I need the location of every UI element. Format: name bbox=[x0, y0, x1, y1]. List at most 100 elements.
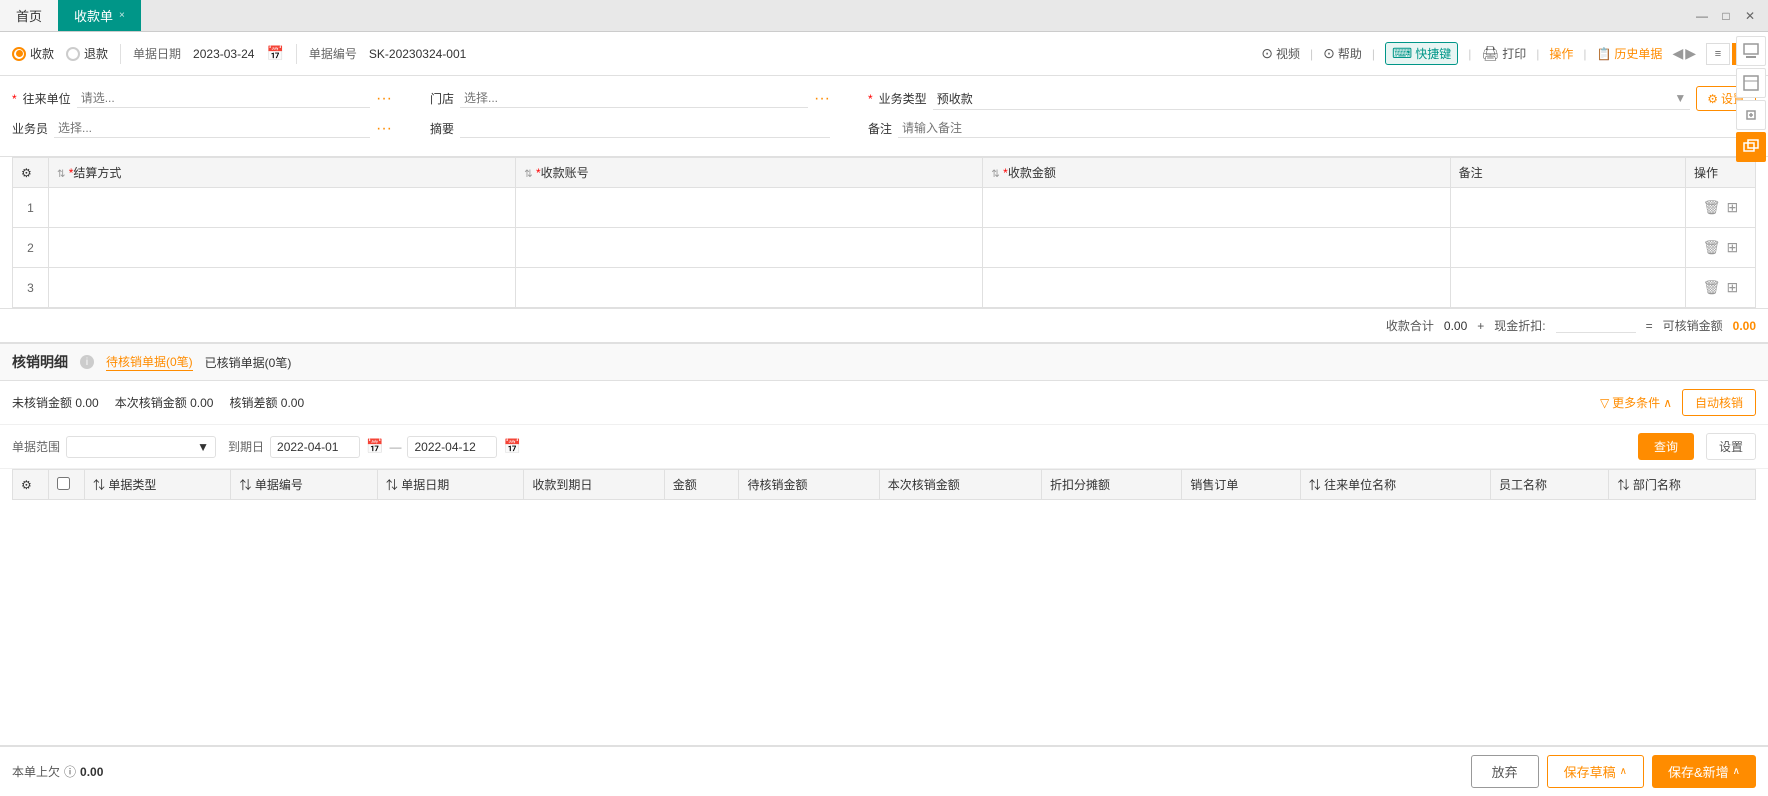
action-history[interactable]: 📋 历史单据 bbox=[1596, 45, 1662, 62]
tab-receipt-close[interactable]: × bbox=[119, 10, 125, 21]
row1-settlement[interactable] bbox=[49, 188, 516, 228]
toolbar-divider-1 bbox=[120, 44, 121, 64]
radio-refund[interactable]: 退款 bbox=[66, 45, 108, 62]
completed-tab-link[interactable]: 已核销单据(0笔) bbox=[205, 354, 292, 371]
pending-tab-link[interactable]: 待核销单据(0笔) bbox=[106, 353, 193, 371]
radio-refund-circle bbox=[66, 47, 80, 61]
tab-receipt[interactable]: 收款单 × bbox=[58, 0, 141, 31]
row1-remark[interactable] bbox=[1450, 188, 1685, 228]
toolbar-actions: ⊙ 视频 | ⊙ 帮助 | ⌨ 快捷键 | 🖨 打印 | 操作 | bbox=[1261, 42, 1756, 65]
receipt-type-radio-group: 收款 退款 bbox=[12, 45, 108, 62]
business-type-select[interactable]: 预收款 ▼ bbox=[933, 88, 1691, 110]
btcol-checkbox-header[interactable] bbox=[49, 470, 85, 500]
date-calendar-icon[interactable]: 📅 bbox=[266, 45, 283, 62]
minimize-button[interactable]: — bbox=[1694, 8, 1710, 24]
nav-prev-icon[interactable]: ◀ bbox=[1672, 45, 1683, 62]
remark-field: 备注 bbox=[868, 119, 1756, 138]
row3-amount[interactable] bbox=[983, 268, 1450, 308]
bottom-table-head: ⚙ ⇅ 单据类型 ⇅ 单据编号 ⇅ 单据日期 收款到期日 金额 待核销金额 本次… bbox=[13, 470, 1756, 500]
action-operations-label: 操作 bbox=[1549, 45, 1573, 62]
salesperson-input[interactable] bbox=[54, 119, 370, 138]
range-label: 单据范围 bbox=[12, 438, 60, 455]
store-more-icon[interactable]: ··· bbox=[814, 90, 830, 108]
row1-delete-icon[interactable]: 🗑 bbox=[1703, 199, 1721, 216]
row2-delete-icon[interactable]: 🗑 bbox=[1703, 239, 1721, 256]
btcol-counterpart-header: ⇅ 往来单位名称 bbox=[1300, 470, 1490, 500]
abandon-button[interactable]: 放弃 bbox=[1471, 755, 1539, 788]
unchecked-value: 0.00 bbox=[75, 396, 98, 410]
nav-next-icon[interactable]: ▶ bbox=[1685, 45, 1696, 62]
date-to-calendar-icon[interactable]: 📅 bbox=[503, 438, 520, 455]
action-operations[interactable]: 操作 bbox=[1549, 45, 1573, 62]
amount-sort-icon: ⇅ bbox=[991, 169, 999, 180]
tab-bar: 首页 收款单 × — □ ✕ bbox=[0, 0, 1768, 32]
footer-stat-info-icon[interactable]: ⓘ bbox=[64, 763, 76, 780]
action-video[interactable]: ⊙ 视频 bbox=[1261, 45, 1300, 62]
salesperson-more-icon[interactable]: ··· bbox=[376, 120, 392, 138]
action-print[interactable]: 🖨 打印 bbox=[1481, 45, 1526, 62]
radio-receipt-label: 收款 bbox=[30, 45, 54, 62]
date-from-input[interactable] bbox=[270, 436, 360, 458]
select-all-checkbox[interactable] bbox=[57, 477, 70, 490]
btcol-amount-header: 金额 bbox=[664, 470, 739, 500]
range-select[interactable]: ▼ bbox=[66, 436, 216, 458]
row1-account[interactable] bbox=[516, 188, 983, 228]
col-gear-header[interactable]: ⚙ bbox=[13, 158, 49, 188]
row2-copy-icon[interactable]: ⊞ bbox=[1727, 239, 1739, 256]
action-shortcut[interactable]: ⌨ 快捷键 bbox=[1385, 42, 1458, 65]
sidebar-btn-4[interactable] bbox=[1736, 132, 1766, 162]
more-conditions-button[interactable]: ▽ 更多条件 ∧ bbox=[1600, 394, 1672, 411]
view-list-btn[interactable]: ≡ bbox=[1706, 43, 1730, 65]
action-help[interactable]: ⊙ 帮助 bbox=[1323, 45, 1362, 62]
row3-remark[interactable] bbox=[1450, 268, 1685, 308]
save-draft-button[interactable]: 保存草稿 ∧ bbox=[1547, 755, 1644, 788]
row2-settlement[interactable] bbox=[49, 228, 516, 268]
row3-settlement[interactable] bbox=[49, 268, 516, 308]
date-to-input[interactable] bbox=[407, 436, 497, 458]
row3-delete-icon[interactable]: 🗑 bbox=[1703, 279, 1721, 296]
sidebar-btn-3[interactable] bbox=[1736, 100, 1766, 130]
footer-stat: 本单上欠 ⓘ 0.00 bbox=[12, 763, 103, 780]
business-type-arrow-icon: ▼ bbox=[1674, 91, 1686, 105]
sidebar-btn-2[interactable] bbox=[1736, 68, 1766, 98]
salesperson-field: 业务员 ··· bbox=[12, 119, 392, 138]
radio-receipt[interactable]: 收款 bbox=[12, 45, 54, 62]
tab-home-label: 首页 bbox=[16, 6, 42, 25]
close-button[interactable]: ✕ bbox=[1742, 8, 1758, 24]
print-icon: 🖨 bbox=[1481, 45, 1499, 62]
counterpart-more-icon[interactable]: ··· bbox=[376, 90, 392, 108]
draft-chevron-icon: ∧ bbox=[1620, 766, 1627, 777]
row1-copy-icon[interactable]: ⊞ bbox=[1727, 199, 1739, 216]
row3-account[interactable] bbox=[516, 268, 983, 308]
account-sort-icon: ⇅ bbox=[524, 169, 532, 180]
current-label: 本次核销金额 bbox=[115, 396, 187, 410]
remark-input[interactable] bbox=[898, 119, 1756, 138]
store-input[interactable] bbox=[460, 89, 808, 108]
settlement-sort-icon: ⇅ bbox=[57, 169, 65, 180]
row2-amount[interactable] bbox=[983, 228, 1450, 268]
discount-input[interactable] bbox=[1556, 318, 1636, 333]
date-from-calendar-icon[interactable]: 📅 bbox=[366, 438, 383, 455]
auto-verify-button[interactable]: 自动核销 bbox=[1682, 389, 1756, 416]
query-button[interactable]: 查询 bbox=[1638, 433, 1694, 460]
main-table-header-row: ⚙ ⇅ *结算方式 ⇅ *收款账号 ⇅ *收款金额 备注 操作 bbox=[13, 158, 1756, 188]
row2-remark[interactable] bbox=[1450, 228, 1685, 268]
tab-home[interactable]: 首页 bbox=[0, 0, 58, 31]
section-info-icon[interactable]: i bbox=[80, 355, 94, 369]
bt-dept-sort-icon: ⇅ bbox=[1617, 478, 1629, 492]
sidebar-btn-1[interactable] bbox=[1736, 36, 1766, 66]
save-new-button[interactable]: 保存&新增 ∧ bbox=[1652, 755, 1756, 788]
search-settings-button[interactable]: 设置 bbox=[1706, 433, 1756, 460]
action-help-label: 帮助 bbox=[1338, 45, 1362, 62]
row3-copy-icon[interactable]: ⊞ bbox=[1727, 279, 1739, 296]
row2-account[interactable] bbox=[516, 228, 983, 268]
btcol-gear-header[interactable]: ⚙ bbox=[13, 470, 49, 500]
row1-num: 1 bbox=[13, 188, 49, 228]
counterpart-input[interactable] bbox=[77, 89, 370, 108]
maximize-button[interactable]: □ bbox=[1718, 8, 1734, 24]
row1-amount[interactable] bbox=[983, 188, 1450, 228]
action-shortcut-label: 快捷键 bbox=[1415, 45, 1451, 62]
summary-input[interactable] bbox=[460, 119, 830, 138]
unchecked-stat: 未核销金额 0.00 bbox=[12, 394, 99, 411]
store-field: 门店 ··· bbox=[430, 89, 830, 108]
